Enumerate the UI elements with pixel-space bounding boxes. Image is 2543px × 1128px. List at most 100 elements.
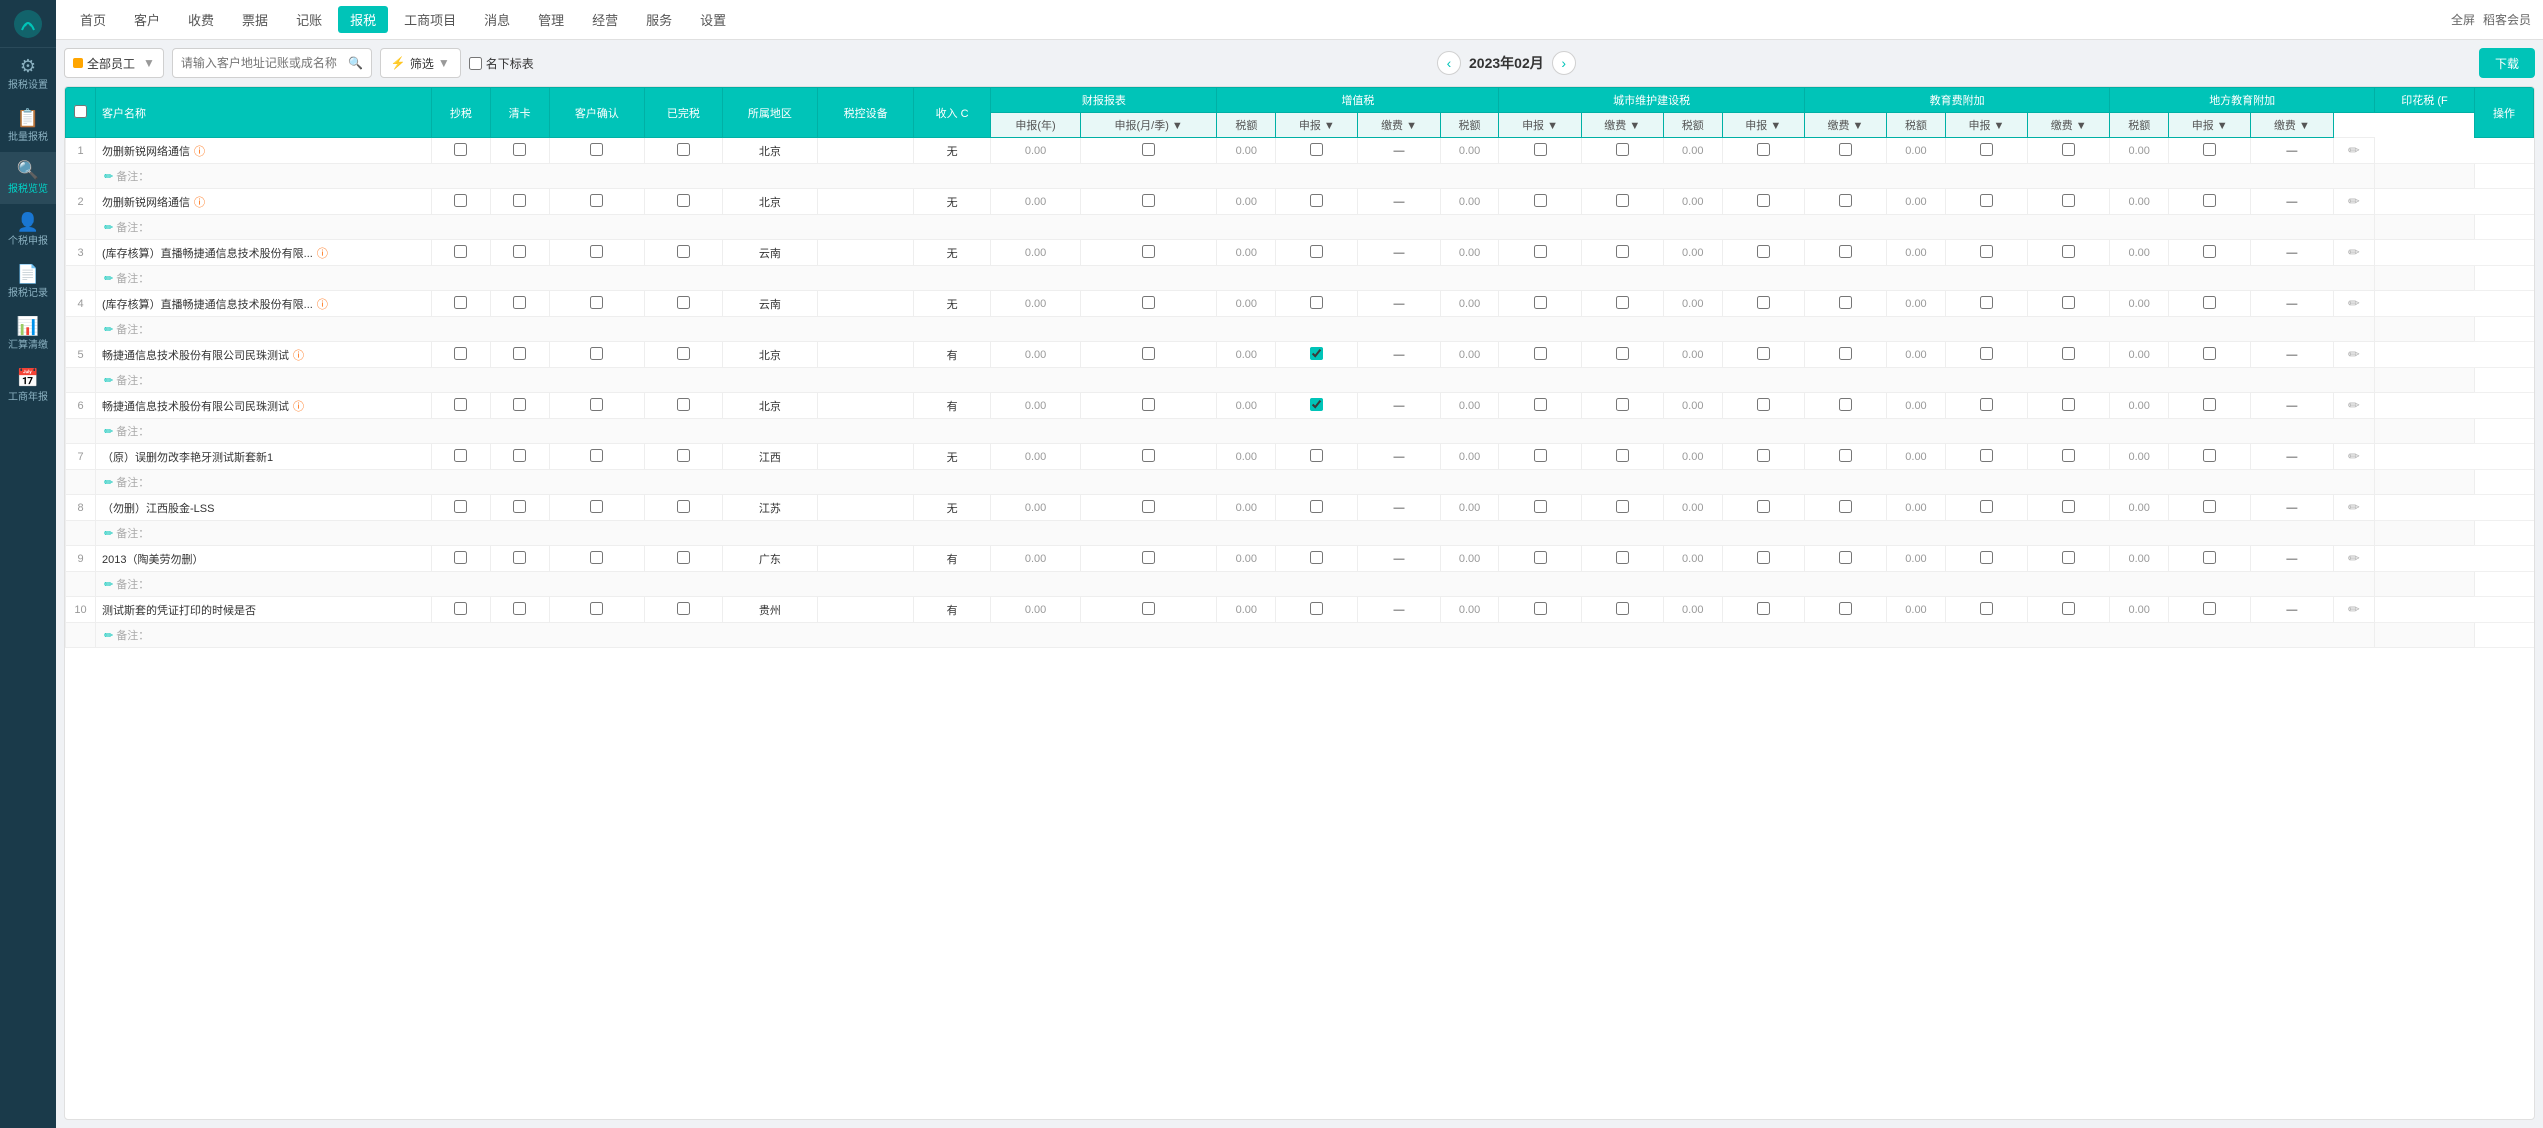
stamp-declare-checkbox[interactable] xyxy=(2203,449,2216,462)
nav-tax[interactable]: 报税 xyxy=(338,6,388,33)
edit-button[interactable]: ✏ xyxy=(2348,499,2360,515)
sidebar-item-tax-record[interactable]: 📄 报税记录 xyxy=(0,256,56,308)
edu-pay-checkbox[interactable] xyxy=(1839,500,1852,513)
local-pay-checkbox[interactable] xyxy=(2062,245,2075,258)
city-declare-checkbox[interactable] xyxy=(1534,143,1547,156)
edu-declare-checkbox[interactable] xyxy=(1757,245,1770,258)
edit-button[interactable]: ✏ xyxy=(2348,142,2360,158)
city-pay-checkbox[interactable] xyxy=(1616,500,1629,513)
local-declare-checkbox[interactable] xyxy=(1980,245,1993,258)
city-declare-checkbox[interactable] xyxy=(1534,296,1547,309)
city-declare-checkbox[interactable] xyxy=(1534,194,1547,207)
note-edit-icon[interactable]: ✏ xyxy=(104,375,113,387)
fin-month-checkbox[interactable] xyxy=(1142,194,1155,207)
edu-pay-checkbox[interactable] xyxy=(1839,449,1852,462)
stamp-declare-checkbox[interactable] xyxy=(2203,194,2216,207)
stamp-declare-checkbox[interactable] xyxy=(2203,551,2216,564)
search-input[interactable] xyxy=(181,56,344,70)
local-declare-checkbox[interactable] xyxy=(1980,194,1993,207)
prev-date-btn[interactable]: ‹ xyxy=(1437,51,1461,75)
confirm-checkbox[interactable] xyxy=(590,398,603,411)
fin-month-checkbox[interactable] xyxy=(1142,551,1155,564)
qingka-checkbox[interactable] xyxy=(513,551,526,564)
local-declare-checkbox[interactable] xyxy=(1980,347,1993,360)
paid-checkbox[interactable] xyxy=(677,500,690,513)
local-pay-checkbox[interactable] xyxy=(2062,194,2075,207)
fin-month-checkbox[interactable] xyxy=(1142,347,1155,360)
paid-checkbox[interactable] xyxy=(677,398,690,411)
vat-declare-checkbox[interactable] xyxy=(1310,602,1323,615)
edu-pay-checkbox[interactable] xyxy=(1839,398,1852,411)
nav-invoice[interactable]: 票据 xyxy=(230,6,280,33)
edit-button[interactable]: ✏ xyxy=(2348,346,2360,362)
local-pay-checkbox[interactable] xyxy=(2062,602,2075,615)
edit-button[interactable]: ✏ xyxy=(2348,550,2360,566)
confirm-checkbox[interactable] xyxy=(590,245,603,258)
city-declare-checkbox[interactable] xyxy=(1534,347,1547,360)
vat-declare-checkbox[interactable] xyxy=(1310,194,1323,207)
paid-checkbox[interactable] xyxy=(677,194,690,207)
note-edit-icon[interactable]: ✏ xyxy=(104,579,113,591)
confirm-checkbox[interactable] xyxy=(590,296,603,309)
local-declare-checkbox[interactable] xyxy=(1980,449,1993,462)
local-pay-checkbox[interactable] xyxy=(2062,347,2075,360)
edit-button[interactable]: ✏ xyxy=(2348,295,2360,311)
city-pay-checkbox[interactable] xyxy=(1616,347,1629,360)
edu-declare-checkbox[interactable] xyxy=(1757,449,1770,462)
stamp-declare-checkbox[interactable] xyxy=(2203,245,2216,258)
paid-checkbox[interactable] xyxy=(677,143,690,156)
note-edit-icon[interactable]: ✏ xyxy=(104,324,113,336)
local-pay-checkbox[interactable] xyxy=(2062,296,2075,309)
nav-service[interactable]: 服务 xyxy=(634,6,684,33)
qingka-checkbox[interactable] xyxy=(513,602,526,615)
edit-button[interactable]: ✏ xyxy=(2348,397,2360,413)
sidebar-item-annual-report[interactable]: 📅 工商年报 xyxy=(0,360,56,412)
edu-pay-checkbox[interactable] xyxy=(1839,602,1852,615)
caopiao-checkbox[interactable] xyxy=(454,347,467,360)
member-btn[interactable]: 稻客会员 xyxy=(2483,11,2531,28)
nav-client[interactable]: 客户 xyxy=(122,6,172,33)
name-label-filter[interactable]: 名下标表 xyxy=(469,55,534,72)
paid-checkbox[interactable] xyxy=(677,245,690,258)
edu-declare-checkbox[interactable] xyxy=(1757,398,1770,411)
note-edit-icon[interactable]: ✏ xyxy=(104,426,113,438)
note-edit-icon[interactable]: ✏ xyxy=(104,528,113,540)
caopiao-checkbox[interactable] xyxy=(454,398,467,411)
local-pay-checkbox[interactable] xyxy=(2062,449,2075,462)
nav-manage[interactable]: 管理 xyxy=(526,6,576,33)
city-pay-checkbox[interactable] xyxy=(1616,143,1629,156)
vat-declare-checkbox[interactable] xyxy=(1310,143,1323,156)
confirm-checkbox[interactable] xyxy=(590,143,603,156)
local-declare-checkbox[interactable] xyxy=(1980,143,1993,156)
city-pay-checkbox[interactable] xyxy=(1616,245,1629,258)
local-declare-checkbox[interactable] xyxy=(1980,296,1993,309)
sidebar-item-tax-view[interactable]: 🔍 报税览览 xyxy=(0,152,56,204)
caopiao-checkbox[interactable] xyxy=(454,602,467,615)
note-edit-icon[interactable]: ✏ xyxy=(104,222,113,234)
fin-month-checkbox[interactable] xyxy=(1142,449,1155,462)
edu-pay-checkbox[interactable] xyxy=(1839,296,1852,309)
caopiao-checkbox[interactable] xyxy=(454,194,467,207)
edu-declare-checkbox[interactable] xyxy=(1757,551,1770,564)
city-declare-checkbox[interactable] xyxy=(1534,551,1547,564)
qingka-checkbox[interactable] xyxy=(513,398,526,411)
local-pay-checkbox[interactable] xyxy=(2062,143,2075,156)
qingka-checkbox[interactable] xyxy=(513,143,526,156)
city-pay-checkbox[interactable] xyxy=(1616,398,1629,411)
city-pay-checkbox[interactable] xyxy=(1616,296,1629,309)
edit-button[interactable]: ✏ xyxy=(2348,244,2360,260)
fin-month-checkbox[interactable] xyxy=(1142,143,1155,156)
filter-button[interactable]: ⚡ 筛选 ▼ xyxy=(380,48,461,78)
sidebar-item-summary[interactable]: 📊 汇算清缴 xyxy=(0,308,56,360)
caopiao-checkbox[interactable] xyxy=(454,449,467,462)
stamp-declare-checkbox[interactable] xyxy=(2203,143,2216,156)
download-button[interactable]: 下载 xyxy=(2479,48,2535,78)
confirm-checkbox[interactable] xyxy=(590,500,603,513)
edu-pay-checkbox[interactable] xyxy=(1839,551,1852,564)
nav-home[interactable]: 首页 xyxy=(68,6,118,33)
city-pay-checkbox[interactable] xyxy=(1616,194,1629,207)
edu-declare-checkbox[interactable] xyxy=(1757,143,1770,156)
local-declare-checkbox[interactable] xyxy=(1980,602,1993,615)
vat-declare-checkbox[interactable] xyxy=(1310,551,1323,564)
note-edit-icon[interactable]: ✏ xyxy=(104,171,113,183)
